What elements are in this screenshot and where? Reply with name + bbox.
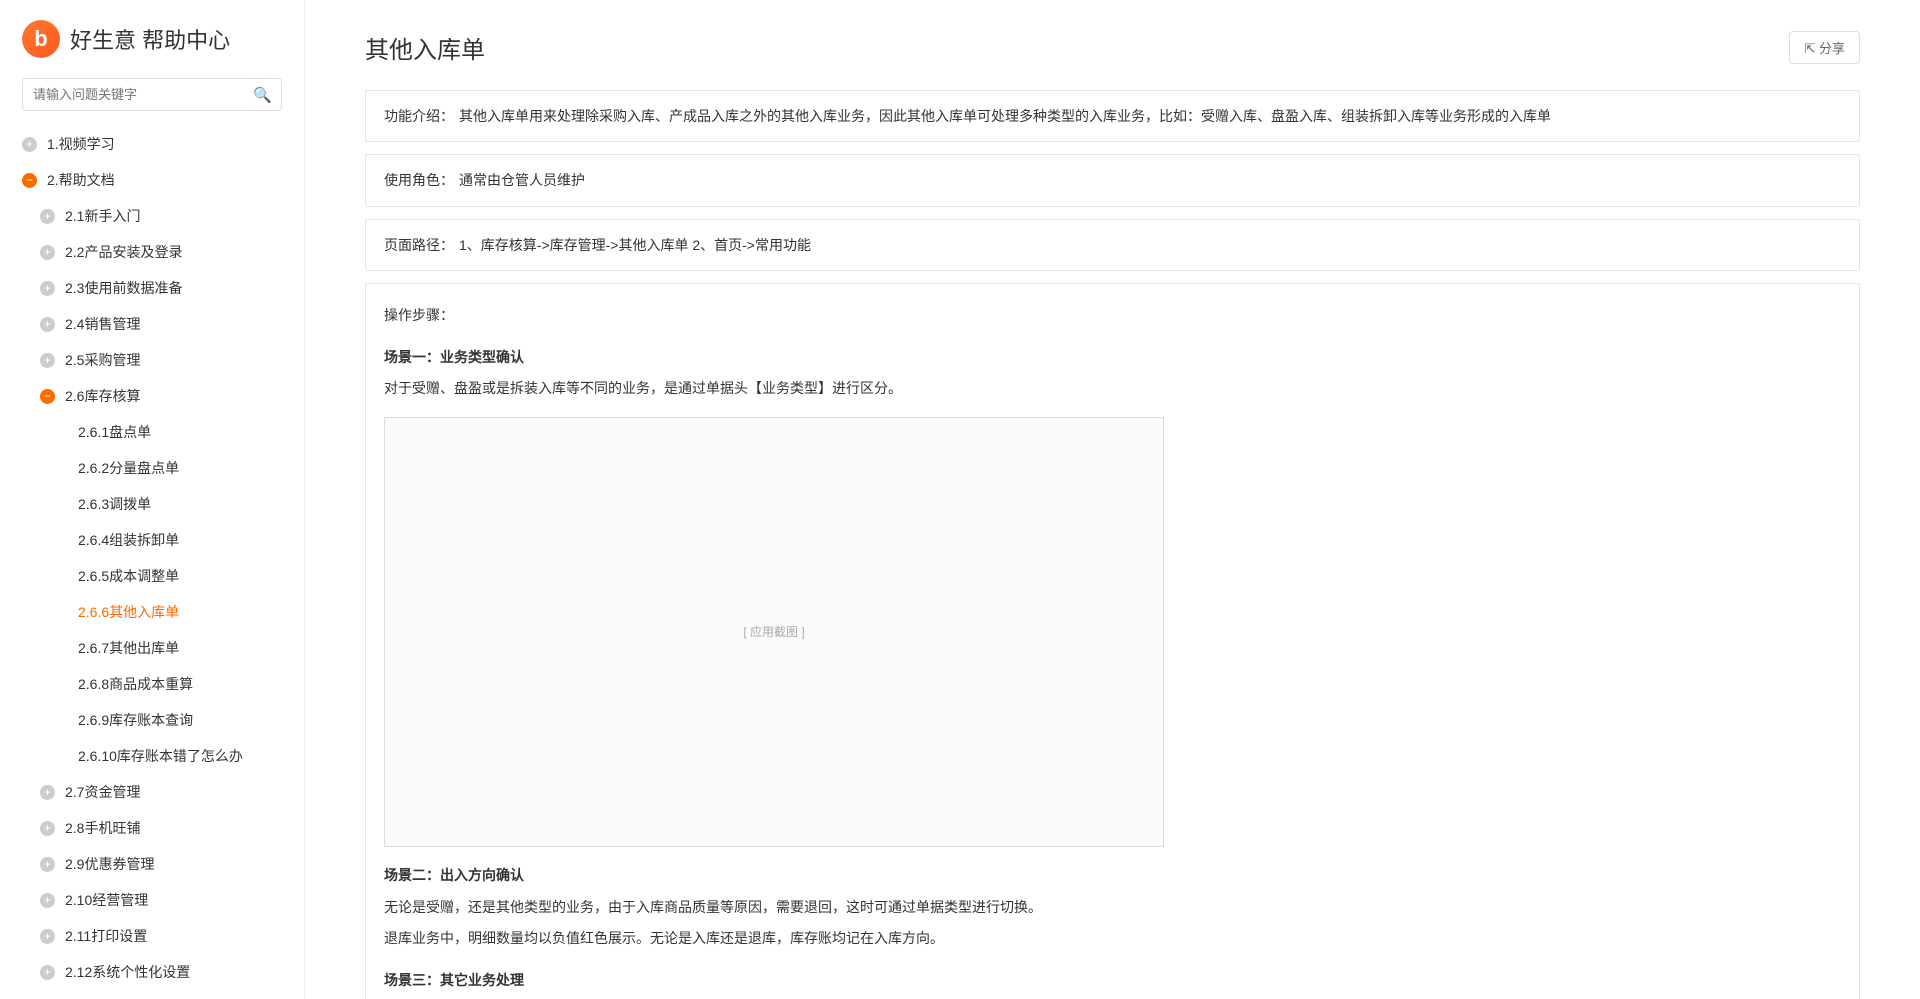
plus-icon: + — [40, 245, 55, 260]
nav-label: 2.6.6其他入库单 — [78, 602, 179, 622]
plus-icon: + — [40, 821, 55, 836]
steps-label: 操作步骤： — [384, 302, 1841, 329]
nav-label: 2.6.7其他出库单 — [78, 638, 179, 658]
nav-item-14[interactable]: 2.6.7其他出库单 — [0, 630, 304, 666]
nav-item-8[interactable]: 2.6.1盘点单 — [0, 414, 304, 450]
minus-icon: − — [22, 173, 37, 188]
nav-label: 2.6.1盘点单 — [78, 422, 151, 442]
nav-item-15[interactable]: 2.6.8商品成本重算 — [0, 666, 304, 702]
logo-area: b 好生意 帮助中心 — [0, 20, 304, 78]
nav-label: 2.5采购管理 — [65, 350, 140, 370]
path-box: 页面路径： 1、库存核算->库存管理->其他入库单 2、首页->常用功能 — [365, 219, 1860, 271]
scene1-text: 对于受赠、盘盈或是拆装入库等不同的业务，是通过单据头【业务类型】进行区分。 — [384, 375, 1841, 402]
nav-item-9[interactable]: 2.6.2分量盘点单 — [0, 450, 304, 486]
nav-item-10[interactable]: 2.6.3调拨单 — [0, 486, 304, 522]
nav-label: 2.2产品安装及登录 — [65, 242, 182, 262]
nav-label: 2.9优惠券管理 — [65, 854, 154, 874]
nav-label: 2.4销售管理 — [65, 314, 140, 334]
page-header: 其他入库单 ⇱ 分享 — [365, 30, 1860, 65]
plus-icon: + — [40, 209, 55, 224]
nav-label: 2.11打印设置 — [65, 926, 147, 946]
nav-item-7[interactable]: −2.6库存核算 — [0, 378, 304, 414]
nav-item-2[interactable]: +2.1新手入门 — [0, 198, 304, 234]
nav-label: 2.6.4组装拆卸单 — [78, 530, 179, 550]
nav-item-24[interactable]: +2.13在线支付 — [0, 990, 304, 999]
nav-label: 2.6.10库存账本错了怎么办 — [78, 746, 243, 766]
intro-box: 功能介绍： 其他入库单用来处理除采购入库、产成品入库之外的其他入库业务，因此其他入… — [365, 90, 1860, 142]
nav-label: 2.12系统个性化设置 — [65, 962, 190, 982]
share-label: 分享 — [1819, 41, 1845, 56]
logo-text: 好生意 帮助中心 — [70, 23, 230, 55]
nav-label: 2.3使用前数据准备 — [65, 278, 182, 298]
nav-item-17[interactable]: 2.6.10库存账本错了怎么办 — [0, 738, 304, 774]
search-box: 🔍 — [22, 78, 282, 111]
sidebar: b 好生意 帮助中心 🔍 +1.视频学习−2.帮助文档+2.1新手入门+2.2产… — [0, 0, 305, 999]
scene1-title: 场景一：业务类型确认 — [384, 344, 1841, 371]
path-text: 1、库存核算->库存管理->其他入库单 2、首页->常用功能 — [459, 237, 811, 253]
nav-label: 2.6库存核算 — [65, 386, 140, 406]
nav-item-5[interactable]: +2.4销售管理 — [0, 306, 304, 342]
nav-item-4[interactable]: +2.3使用前数据准备 — [0, 270, 304, 306]
nav-item-22[interactable]: +2.11打印设置 — [0, 918, 304, 954]
intro-text: 其他入库单用来处理除采购入库、产成品入库之外的其他入库业务，因此其他入库单可处理… — [459, 108, 1551, 124]
nav-label: 2.6.2分量盘点单 — [78, 458, 179, 478]
plus-icon: + — [40, 857, 55, 872]
minus-icon: − — [40, 389, 55, 404]
nav-label: 2.1新手入门 — [65, 206, 140, 226]
nav-item-12[interactable]: 2.6.5成本调整单 — [0, 558, 304, 594]
nav-item-0[interactable]: +1.视频学习 — [0, 126, 304, 162]
screenshot-1 — [384, 417, 1164, 847]
share-button[interactable]: ⇱ 分享 — [1789, 31, 1860, 64]
plus-icon: + — [40, 353, 55, 368]
role-text: 通常由仓管人员维护 — [459, 172, 585, 188]
nav-item-18[interactable]: +2.7资金管理 — [0, 774, 304, 810]
plus-icon: + — [40, 965, 55, 980]
nav-label: 2.10经营管理 — [65, 890, 148, 910]
plus-icon: + — [40, 929, 55, 944]
intro-label: 功能介绍： — [384, 108, 454, 124]
plus-icon: + — [40, 281, 55, 296]
nav-item-19[interactable]: +2.8手机旺铺 — [0, 810, 304, 846]
nav-item-11[interactable]: 2.6.4组装拆卸单 — [0, 522, 304, 558]
nav-label: 2.7资金管理 — [65, 782, 140, 802]
nav-label: 2.6.3调拨单 — [78, 494, 151, 514]
nav-item-21[interactable]: +2.10经营管理 — [0, 882, 304, 918]
nav-list: +1.视频学习−2.帮助文档+2.1新手入门+2.2产品安装及登录+2.3使用前… — [0, 126, 304, 999]
search-input[interactable] — [22, 78, 282, 111]
role-box: 使用角色： 通常由仓管人员维护 — [365, 154, 1860, 206]
nav-item-6[interactable]: +2.5采购管理 — [0, 342, 304, 378]
nav-item-20[interactable]: +2.9优惠券管理 — [0, 846, 304, 882]
steps-block: 操作步骤： 场景一：业务类型确认 对于受赠、盘盈或是拆装入库等不同的业务，是通过… — [365, 283, 1860, 999]
scene2-text1: 无论是受赠，还是其他类型的业务，由于入库商品质量等原因，需要退回，这时可通过单据… — [384, 894, 1841, 921]
plus-icon: + — [40, 893, 55, 908]
path-label: 页面路径： — [384, 237, 454, 253]
nav-label: 2.6.5成本调整单 — [78, 566, 179, 586]
nav-label: 2.6.8商品成本重算 — [78, 674, 193, 694]
scene3-title: 场景三：其它业务处理 — [384, 967, 1841, 994]
nav-label: 2.帮助文档 — [47, 170, 115, 190]
nav-label: 2.8手机旺铺 — [65, 818, 140, 838]
nav-item-3[interactable]: +2.2产品安装及登录 — [0, 234, 304, 270]
plus-icon: + — [22, 137, 37, 152]
nav-item-1[interactable]: −2.帮助文档 — [0, 162, 304, 198]
plus-icon: + — [40, 317, 55, 332]
page-title: 其他入库单 — [365, 30, 485, 65]
nav-label: 1.视频学习 — [47, 134, 115, 154]
nav-item-23[interactable]: +2.12系统个性化设置 — [0, 954, 304, 990]
scene2-title: 场景二：出入方向确认 — [384, 862, 1841, 889]
search-icon[interactable]: 🔍 — [253, 86, 272, 104]
plus-icon: + — [40, 785, 55, 800]
main-content: 其他入库单 ⇱ 分享 功能介绍： 其他入库单用来处理除采购入库、产成品入库之外的其… — [305, 0, 1920, 999]
nav-item-16[interactable]: 2.6.9库存账本查询 — [0, 702, 304, 738]
nav-label: 2.6.9库存账本查询 — [78, 710, 193, 730]
logo-icon: b — [22, 20, 60, 58]
role-label: 使用角色： — [384, 172, 454, 188]
nav-item-13[interactable]: 2.6.6其他入库单 — [0, 594, 304, 630]
share-icon: ⇱ — [1804, 41, 1815, 56]
scene2-text2: 退库业务中，明细数量均以负值红色展示。无论是入库还是退库，库存账均记在入库方向。 — [384, 925, 1841, 952]
